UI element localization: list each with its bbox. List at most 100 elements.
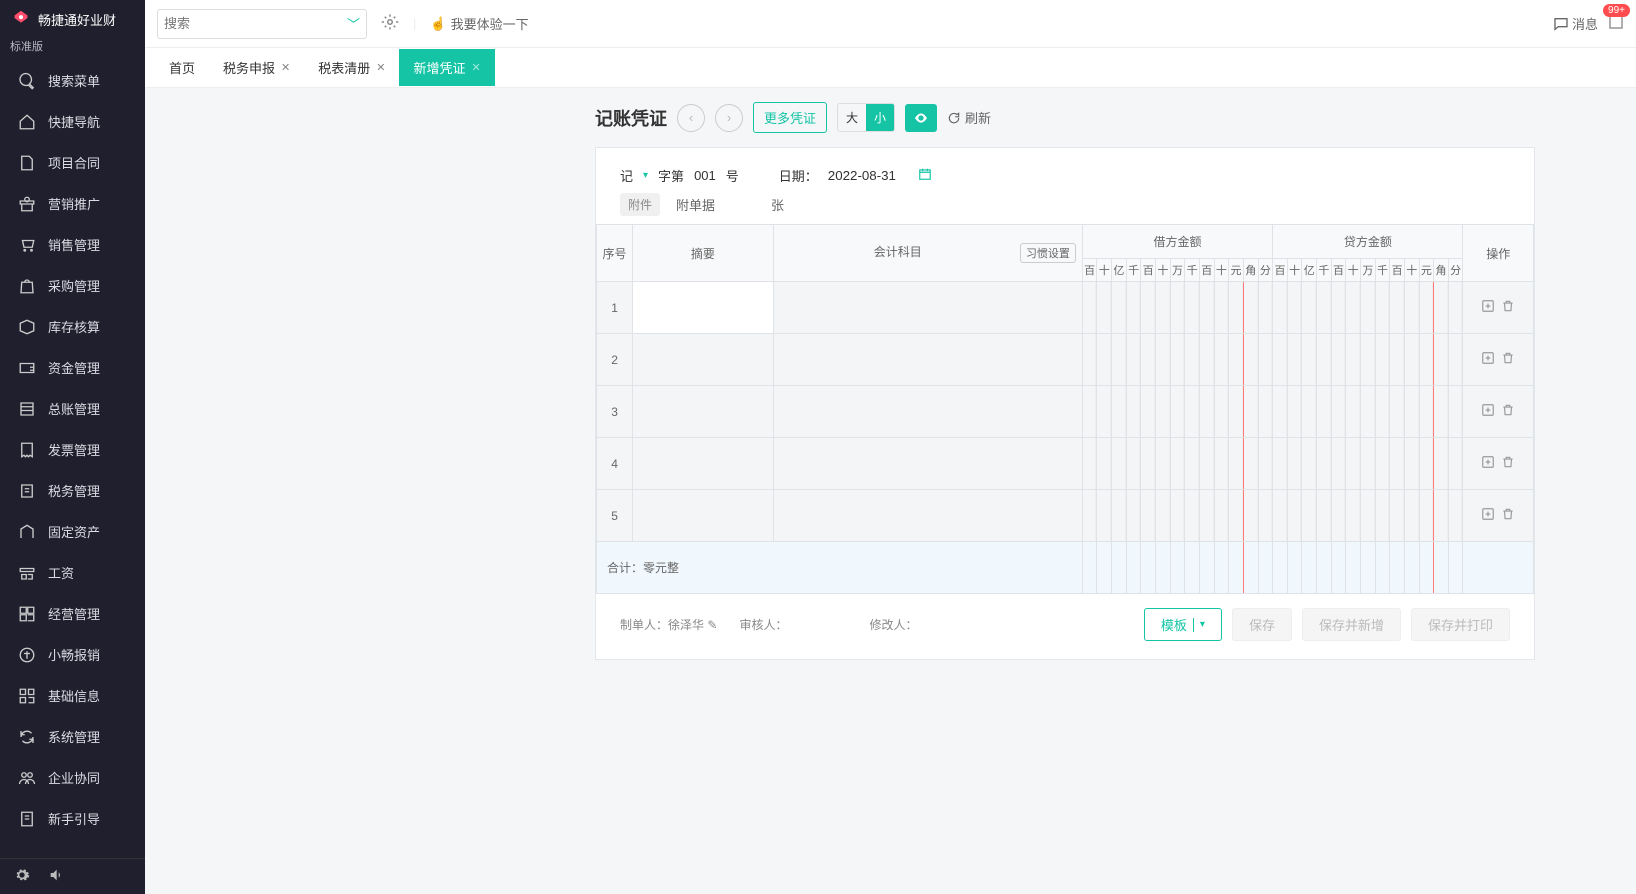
amount-cell[interactable]	[1097, 438, 1112, 490]
amount-cell[interactable]	[1331, 438, 1346, 490]
amount-cell[interactable]	[1141, 386, 1156, 438]
summary-cell[interactable]	[633, 282, 774, 334]
sidebar-item-13[interactable]: 经营管理	[0, 593, 145, 634]
amount-cell[interactable]	[1229, 490, 1244, 542]
summary-cell[interactable]	[633, 438, 774, 490]
amount-cell[interactable]	[1082, 438, 1097, 490]
amount-cell[interactable]	[1185, 282, 1200, 334]
summary-cell[interactable]	[633, 490, 774, 542]
amount-cell[interactable]	[1141, 490, 1156, 542]
amount-cell[interactable]	[1214, 282, 1229, 334]
amount-cell[interactable]	[1185, 386, 1200, 438]
amount-cell[interactable]	[1404, 386, 1419, 438]
amount-cell[interactable]	[1243, 386, 1258, 438]
amount-cell[interactable]	[1346, 334, 1361, 386]
tab-2[interactable]: 税表清册✕	[304, 49, 399, 86]
amount-cell[interactable]	[1126, 438, 1141, 490]
sidebar-item-6[interactable]: 库存核算	[0, 306, 145, 347]
amount-cell[interactable]	[1243, 490, 1258, 542]
amount-cell[interactable]	[1258, 334, 1273, 386]
sidebar-item-15[interactable]: 基础信息	[0, 675, 145, 716]
summary-cell[interactable]	[633, 334, 774, 386]
amount-cell[interactable]	[1126, 282, 1141, 334]
amount-cell[interactable]	[1331, 282, 1346, 334]
amount-cell[interactable]	[1243, 334, 1258, 386]
close-icon[interactable]: ✕	[281, 61, 290, 74]
amount-cell[interactable]	[1273, 386, 1288, 438]
amount-cell[interactable]	[1448, 386, 1463, 438]
amount-cell[interactable]	[1302, 438, 1317, 490]
sidebar-item-12[interactable]: 工资	[0, 552, 145, 593]
voucher-no[interactable]: 001	[694, 168, 716, 183]
amount-cell[interactable]	[1141, 282, 1156, 334]
amount-cell[interactable]	[1434, 282, 1449, 334]
amount-cell[interactable]	[1419, 490, 1434, 542]
amount-cell[interactable]	[1273, 282, 1288, 334]
refresh-button[interactable]: 刷新	[947, 108, 991, 127]
preview-button[interactable]	[905, 104, 937, 132]
amount-cell[interactable]	[1229, 386, 1244, 438]
next-button[interactable]: ›	[715, 104, 743, 132]
sidebar-item-4[interactable]: 销售管理	[0, 224, 145, 265]
sidebar-item-1[interactable]: 快捷导航	[0, 101, 145, 142]
sidebar-item-11[interactable]: 固定资产	[0, 511, 145, 552]
amount-cell[interactable]	[1185, 438, 1200, 490]
search-input[interactable]	[164, 16, 347, 31]
delete-row-icon[interactable]	[1501, 507, 1515, 524]
amount-cell[interactable]	[1273, 334, 1288, 386]
amount-cell[interactable]	[1434, 386, 1449, 438]
amount-cell[interactable]	[1434, 334, 1449, 386]
amount-cell[interactable]	[1287, 490, 1302, 542]
amount-cell[interactable]	[1448, 334, 1463, 386]
amount-cell[interactable]	[1082, 282, 1097, 334]
experience-link[interactable]: ☝ 我要体验一下	[430, 14, 528, 33]
amount-cell[interactable]	[1404, 282, 1419, 334]
amount-cell[interactable]	[1419, 386, 1434, 438]
amount-cell[interactable]	[1346, 386, 1361, 438]
amount-cell[interactable]	[1375, 490, 1390, 542]
amount-cell[interactable]	[1361, 490, 1376, 542]
habit-settings-button[interactable]: 习惯设置	[1020, 243, 1076, 263]
edit-maker-icon[interactable]: ✎	[707, 618, 717, 632]
amount-cell[interactable]	[1331, 490, 1346, 542]
sidebar-item-3[interactable]: 营销推广	[0, 183, 145, 224]
amount-cell[interactable]	[1141, 334, 1156, 386]
amount-cell[interactable]	[1361, 438, 1376, 490]
amount-cell[interactable]	[1404, 334, 1419, 386]
amount-cell[interactable]	[1170, 334, 1185, 386]
template-button[interactable]: 模板▾	[1144, 608, 1222, 641]
volume-icon[interactable]	[48, 867, 64, 886]
add-row-icon[interactable]	[1481, 299, 1495, 316]
amount-cell[interactable]	[1331, 334, 1346, 386]
amount-cell[interactable]	[1404, 490, 1419, 542]
sidebar-item-18[interactable]: 新手引导	[0, 798, 145, 839]
amount-cell[interactable]	[1390, 490, 1405, 542]
amount-cell[interactable]	[1448, 282, 1463, 334]
amount-cell[interactable]	[1419, 282, 1434, 334]
close-icon[interactable]: ✕	[472, 61, 481, 74]
save-and-new-button[interactable]: 保存并新增	[1302, 608, 1401, 641]
amount-cell[interactable]	[1258, 490, 1273, 542]
amount-cell[interactable]	[1302, 386, 1317, 438]
close-icon[interactable]: ✕	[376, 61, 385, 74]
subject-cell[interactable]	[773, 282, 1082, 334]
amount-cell[interactable]	[1390, 334, 1405, 386]
amount-cell[interactable]	[1346, 490, 1361, 542]
prev-button[interactable]: ‹	[677, 104, 705, 132]
delete-row-icon[interactable]	[1501, 403, 1515, 420]
amount-cell[interactable]	[1258, 386, 1273, 438]
amount-cell[interactable]	[1156, 386, 1171, 438]
add-row-icon[interactable]	[1481, 403, 1495, 420]
amount-cell[interactable]	[1126, 386, 1141, 438]
amount-cell[interactable]	[1199, 334, 1214, 386]
amount-cell[interactable]	[1170, 282, 1185, 334]
amount-cell[interactable]	[1258, 438, 1273, 490]
amount-cell[interactable]	[1434, 438, 1449, 490]
amount-cell[interactable]	[1419, 334, 1434, 386]
amount-cell[interactable]	[1361, 386, 1376, 438]
amount-cell[interactable]	[1317, 438, 1332, 490]
amount-cell[interactable]	[1170, 386, 1185, 438]
amount-cell[interactable]	[1199, 438, 1214, 490]
amount-cell[interactable]	[1302, 490, 1317, 542]
amount-cell[interactable]	[1214, 438, 1229, 490]
